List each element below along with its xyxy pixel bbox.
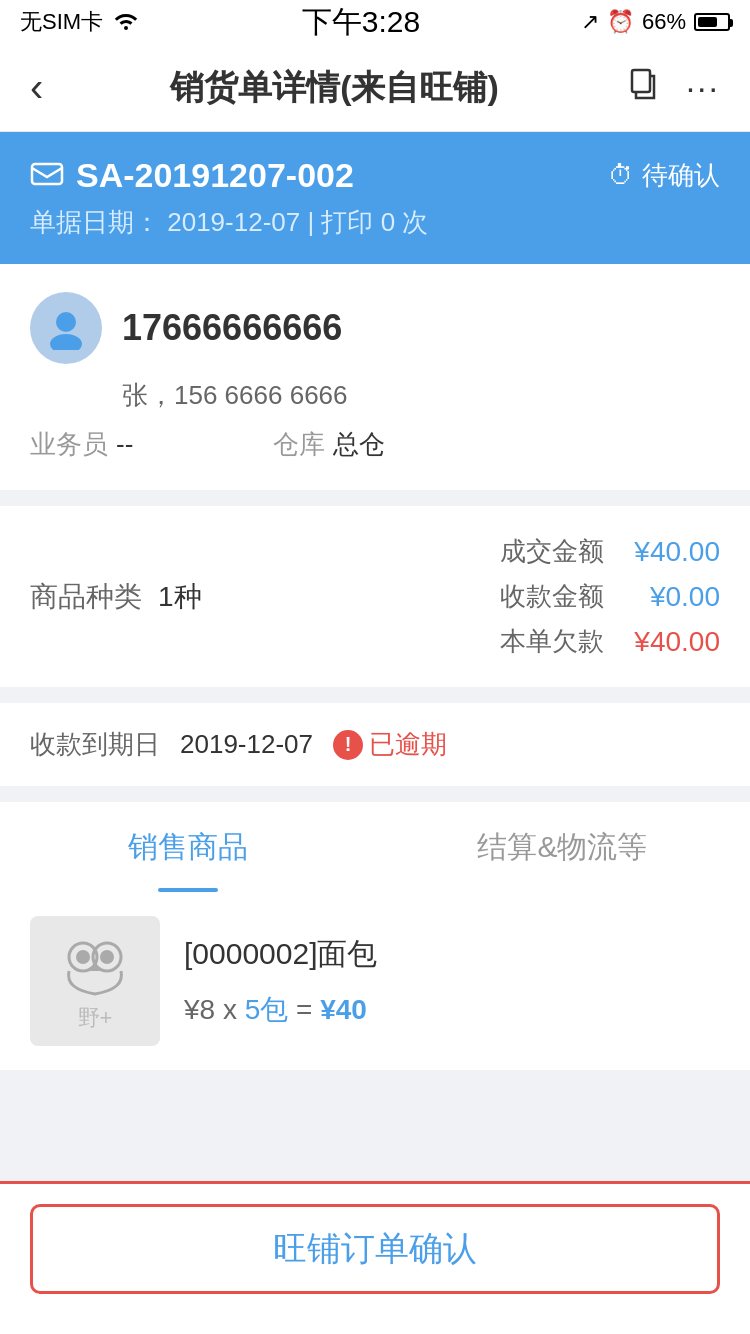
confirm-order-button[interactable]: 旺铺订单确认 [30,1204,720,1294]
product-types-area: 商品种类 1种 [30,578,202,616]
product-info: [0000002]面包 ¥8 x 5包 = ¥40 [184,934,720,1029]
warehouse-item: 仓库 总仓 [273,427,385,462]
owed-label: 本单欠款 [500,624,604,659]
product-total: ¥40 [320,994,367,1025]
bottom-bar: 旺铺订单确认 [0,1181,750,1334]
svg-rect-1 [32,164,62,184]
overdue-text: 已逾期 [369,727,447,762]
more-icon[interactable]: ··· [686,68,720,107]
product-logo: 野+ [55,929,135,1033]
product-thumbnail: 野+ [30,916,160,1046]
due-date-value: 2019-12-07 [180,729,313,760]
status-time: 下午3:28 [302,2,420,43]
status-bar: 无SIM卡 下午3:28 ↗ ⏰ 66% [0,0,750,44]
back-button[interactable]: ‹ [30,65,43,110]
amount-block: 成交金额 ¥40.00 收款金额 ¥0.00 本单欠款 ¥40.00 [500,534,720,659]
order-number: SA-20191207-002 [30,156,354,195]
divider-1 [0,490,750,506]
sales-value: -- [116,429,133,460]
divider-3 [0,786,750,802]
divider-2 [0,687,750,703]
svg-point-7 [100,950,114,964]
avatar [30,292,102,364]
page-title: 销货单详情(来自旺铺) [43,65,625,111]
nav-actions: ··· [626,66,720,109]
location-icon: ↗ [581,9,599,35]
order-date-row: 单据日期： 2019-12-07 | 打印 0 次 [30,205,720,240]
overdue-icon: ! [333,730,363,760]
summary-card: 商品种类 1种 成交金额 ¥40.00 收款金额 ¥0.00 本单欠款 ¥40.… [0,506,750,687]
due-date-card: 收款到期日 2019-12-07 ! 已逾期 [0,703,750,786]
product-types-value: 1种 [158,578,202,616]
status-right: ↗ ⏰ 66% [581,9,730,35]
product-logo-text: 野+ [78,1003,113,1033]
svg-point-6 [76,950,90,964]
overdue-badge: ! 已逾期 [333,727,447,762]
product-card: 野+ [0000002]面包 ¥8 x 5包 = ¥40 [0,892,750,1070]
svg-point-3 [50,334,82,350]
battery-percent: 66% [642,9,686,35]
warehouse-value: 总仓 [333,427,385,462]
tab-settlement-logistics[interactable]: 结算&物流等 [375,802,750,892]
sales-label: 业务员 [30,427,108,462]
tab-underline [158,888,218,892]
transaction-row: 成交金额 ¥40.00 [500,534,720,569]
svg-point-2 [56,312,76,332]
customer-meta: 业务员 -- 仓库 总仓 [30,427,720,462]
transaction-label: 成交金额 [500,534,604,569]
warehouse-label: 仓库 [273,427,325,462]
nav-bar: ‹ 销货单详情(来自旺铺) ··· [0,44,750,132]
received-value: ¥0.00 [620,581,720,613]
order-header-card: SA-20191207-002 ⏱ 待确认 单据日期： 2019-12-07 |… [0,132,750,264]
wifi-icon [111,8,141,36]
svg-rect-0 [632,70,650,92]
owed-row: 本单欠款 ¥40.00 [500,624,720,659]
order-icon [30,158,64,193]
customer-phone: 17666666666 [122,307,342,349]
tab-bar: 销售商品 结算&物流等 [0,802,750,892]
svg-marker-8 [90,961,100,971]
status-left: 无SIM卡 [20,7,141,37]
customer-card: 17666666666 张，156 6666 6666 业务员 -- 仓库 总仓 [0,264,750,490]
product-qty: 5包 [245,994,289,1025]
product-types-label: 商品种类 [30,578,142,616]
alarm-icon: ⏰ [607,9,634,35]
received-row: 收款金额 ¥0.00 [500,579,720,614]
customer-name-phone: 张，156 6666 6666 [30,378,720,413]
battery-icon [694,13,730,31]
tab-sales-products[interactable]: 销售商品 [0,802,375,892]
product-price: ¥8 x 5包 = ¥40 [184,991,720,1029]
received-label: 收款金额 [500,579,604,614]
share-icon[interactable] [626,66,662,109]
product-name: [0000002]面包 [184,934,720,975]
order-status: ⏱ 待确认 [608,158,720,193]
owed-value: ¥40.00 [620,626,720,658]
no-sim-text: 无SIM卡 [20,7,103,37]
status-clock-icon: ⏱ [608,160,634,191]
due-label: 收款到期日 [30,727,160,762]
transaction-value: ¥40.00 [620,536,720,568]
sales-item: 业务员 -- [30,427,133,462]
